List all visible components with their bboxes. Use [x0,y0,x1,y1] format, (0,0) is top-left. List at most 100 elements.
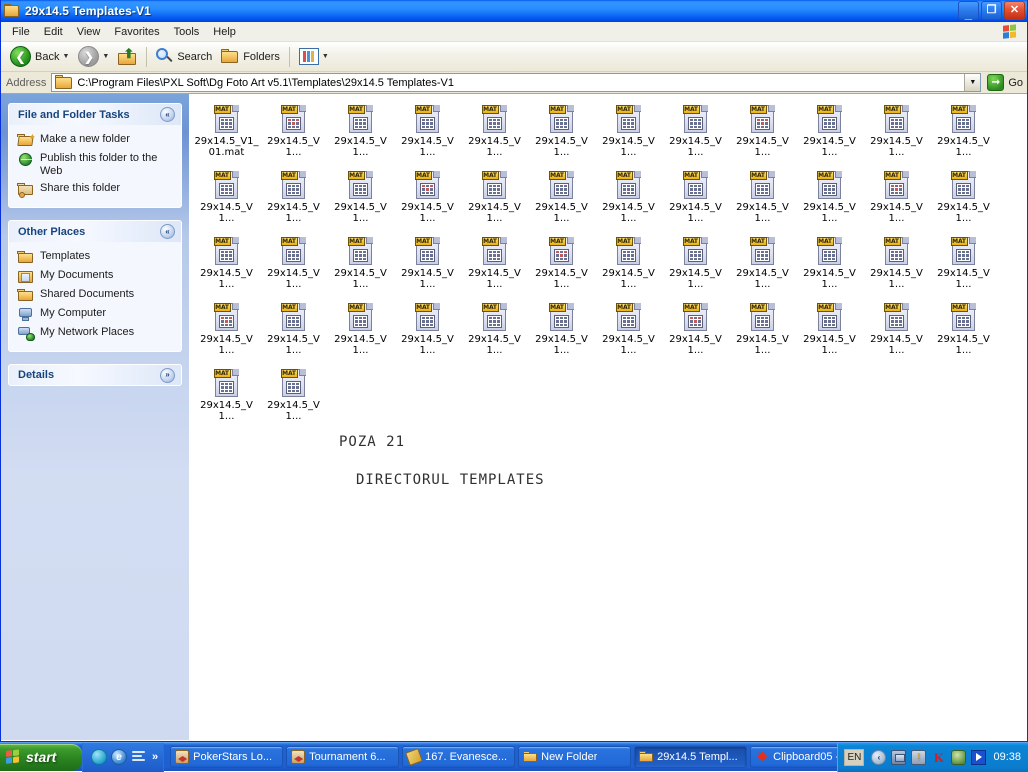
chevron-left-icon[interactable]: ‹ [871,749,887,765]
title-bar[interactable]: 29x14.5 Templates-V1 _ ❐ ✕ [1,0,1027,22]
file-item[interactable]: MAT 29x14.5_V1... [729,168,796,234]
file-item[interactable]: MAT 29x14.5_V1... [729,300,796,366]
file-item[interactable]: MAT 29x14.5_V1... [595,300,662,366]
file-item[interactable]: MAT 29x14.5_V1... [729,234,796,300]
file-item[interactable]: MAT 29x14.5_V1... [327,168,394,234]
file-item[interactable]: MAT 29x14.5_V1... [796,102,863,168]
file-item[interactable]: MAT 29x14.5_V1... [930,300,997,366]
language-indicator[interactable]: EN [844,748,865,766]
file-item[interactable]: MAT 29x14.5_V1... [930,102,997,168]
file-item[interactable]: MAT 29x14.5_V1... [327,234,394,300]
place-my-network-places[interactable]: My Network Places [15,324,175,343]
file-item[interactable]: MAT 29x14.5_V1... [327,102,394,168]
file-item[interactable]: MAT 29x14.5_V1... [863,102,930,168]
file-item[interactable]: MAT 29x14.5_V1... [461,234,528,300]
file-item[interactable]: MAT 29x14.5_V1... [528,300,595,366]
chevron-down-icon[interactable]: ▼ [102,53,109,60]
show-desktop-icon[interactable] [131,749,147,765]
file-item[interactable]: MAT 29x14.5_V1... [193,168,260,234]
file-item[interactable]: MAT 29x14.5_V1... [930,234,997,300]
file-item[interactable]: MAT 29x14.5_V1... [595,102,662,168]
file-item[interactable]: MAT 29x14.5_V1... [193,300,260,366]
panel-header[interactable]: Details » [8,364,182,386]
people-icon[interactable] [951,749,967,765]
chevron-up-icon[interactable]: « [160,107,175,122]
file-item[interactable]: MAT 29x14.5_V1... [729,102,796,168]
file-item[interactable]: MAT 29x14.5_V1... [394,102,461,168]
chevron-down-icon[interactable]: ▼ [62,53,69,60]
file-item[interactable]: MAT 29x14.5_V1... [260,300,327,366]
file-item[interactable]: MAT 29x14.5_V1... [193,366,260,432]
back-button[interactable]: ❮ Back ▼ [6,45,73,69]
menu-item-view[interactable]: View [70,24,108,40]
menu-item-favorites[interactable]: Favorites [107,24,166,40]
file-item[interactable]: MAT 29x14.5_V1... [662,300,729,366]
file-item[interactable]: MAT 29x14.5_V1... [461,300,528,366]
minimize-button[interactable]: _ [958,1,979,20]
file-item[interactable]: MAT 29x14.5_V1... [260,366,327,432]
file-item[interactable]: MAT 29x14.5_V1... [595,168,662,234]
file-item[interactable]: MAT 29x14.5_V1... [662,102,729,168]
task-publish-folder-to-web[interactable]: Publish this folder to the Web [15,150,175,180]
menu-item-help[interactable]: Help [206,24,243,40]
file-item[interactable]: MAT 29x14.5_V1... [796,168,863,234]
place-templates[interactable]: Templates [15,248,175,267]
file-item[interactable]: MAT 29x14.5_V1... [327,300,394,366]
file-item[interactable]: MAT 29x14.5_V1... [796,234,863,300]
taskbar-button[interactable]: ✸ Clipboard05 - I... [750,746,838,768]
file-item[interactable]: MAT 29x14.5_V1... [528,102,595,168]
address-input[interactable]: C:\Program Files\PXL Soft\Dg Foto Art v5… [51,73,982,92]
file-item[interactable]: MAT 29x14.5_V1... [461,168,528,234]
place-shared-documents[interactable]: Shared Documents [15,286,175,305]
file-item[interactable]: MAT 29x14.5_V1... [260,168,327,234]
file-item[interactable]: MAT 29x14.5_V1... [662,234,729,300]
file-item[interactable]: MAT 29x14.5_V1... [796,300,863,366]
warning-shield-icon[interactable] [911,749,927,765]
file-item[interactable]: MAT 29x14.5_V1... [662,168,729,234]
file-item[interactable]: MAT 29x14.5_V1... [260,102,327,168]
chevron-up-icon[interactable]: « [160,224,175,239]
taskbar-button[interactable]: 167. Evanesce... [402,746,516,768]
file-item[interactable]: MAT 29x14.5_V1... [595,234,662,300]
folders-button[interactable]: Folders [217,45,284,69]
kaspersky-icon[interactable]: K [931,750,946,765]
file-item[interactable]: MAT 29x14.5_V1... [461,102,528,168]
panel-header[interactable]: File and Folder Tasks « [8,103,182,125]
file-item[interactable]: MAT 29x14.5_V1... [260,234,327,300]
chevron-down-icon[interactable]: ▼ [322,53,329,60]
panel-header[interactable]: Other Places « [8,220,182,242]
file-item[interactable]: MAT 29x14.5_V1... [394,234,461,300]
menu-item-edit[interactable]: Edit [37,24,70,40]
close-button[interactable]: ✕ [1004,1,1025,20]
file-item[interactable]: MAT 29x14.5_V1... [528,234,595,300]
file-list-pane[interactable]: MAT 29x14.5_V1_01.mat MAT 29x14.5_V1... MAT 2… [189,94,1027,740]
place-my-documents[interactable]: My Documents [15,267,175,286]
file-item[interactable]: MAT 29x14.5_V1... [193,234,260,300]
taskbar-button[interactable]: PokerStars Lo... [170,746,284,768]
file-item[interactable]: MAT 29x14.5_V1... [863,168,930,234]
task-make-a-new-folder[interactable]: ✦ Make a new folder [15,131,175,150]
up-button[interactable]: ⬆ [114,45,141,69]
start-button[interactable]: start [0,743,82,771]
msn-icon[interactable] [91,749,107,765]
network-icon[interactable] [891,749,907,765]
maximize-button[interactable]: ❐ [981,1,1002,20]
menu-item-tools[interactable]: Tools [167,24,207,40]
file-item[interactable]: MAT 29x14.5_V1... [930,168,997,234]
menu-item-file[interactable]: File [5,24,37,40]
clock[interactable]: 09:38 [993,751,1021,763]
views-button[interactable]: ▼ [295,45,333,69]
chevron-right-icon[interactable]: » [152,751,158,763]
taskbar-button[interactable]: New Folder [518,746,632,768]
search-button[interactable]: Search [152,45,216,69]
internet-explorer-icon[interactable]: e [111,749,127,765]
media-play-icon[interactable] [971,749,987,765]
file-item[interactable]: MAT 29x14.5_V1... [394,168,461,234]
place-my-computer[interactable]: My Computer [15,305,175,324]
chevron-down-icon[interactable]: » [160,367,175,383]
chevron-down-icon[interactable]: ▼ [964,74,981,91]
forward-button[interactable]: ❯ ▼ [74,45,113,69]
file-item[interactable]: MAT 29x14.5_V1... [528,168,595,234]
file-item[interactable]: MAT 29x14.5_V1... [863,300,930,366]
taskbar-button[interactable]: 29x14.5 Templ... [634,746,748,768]
